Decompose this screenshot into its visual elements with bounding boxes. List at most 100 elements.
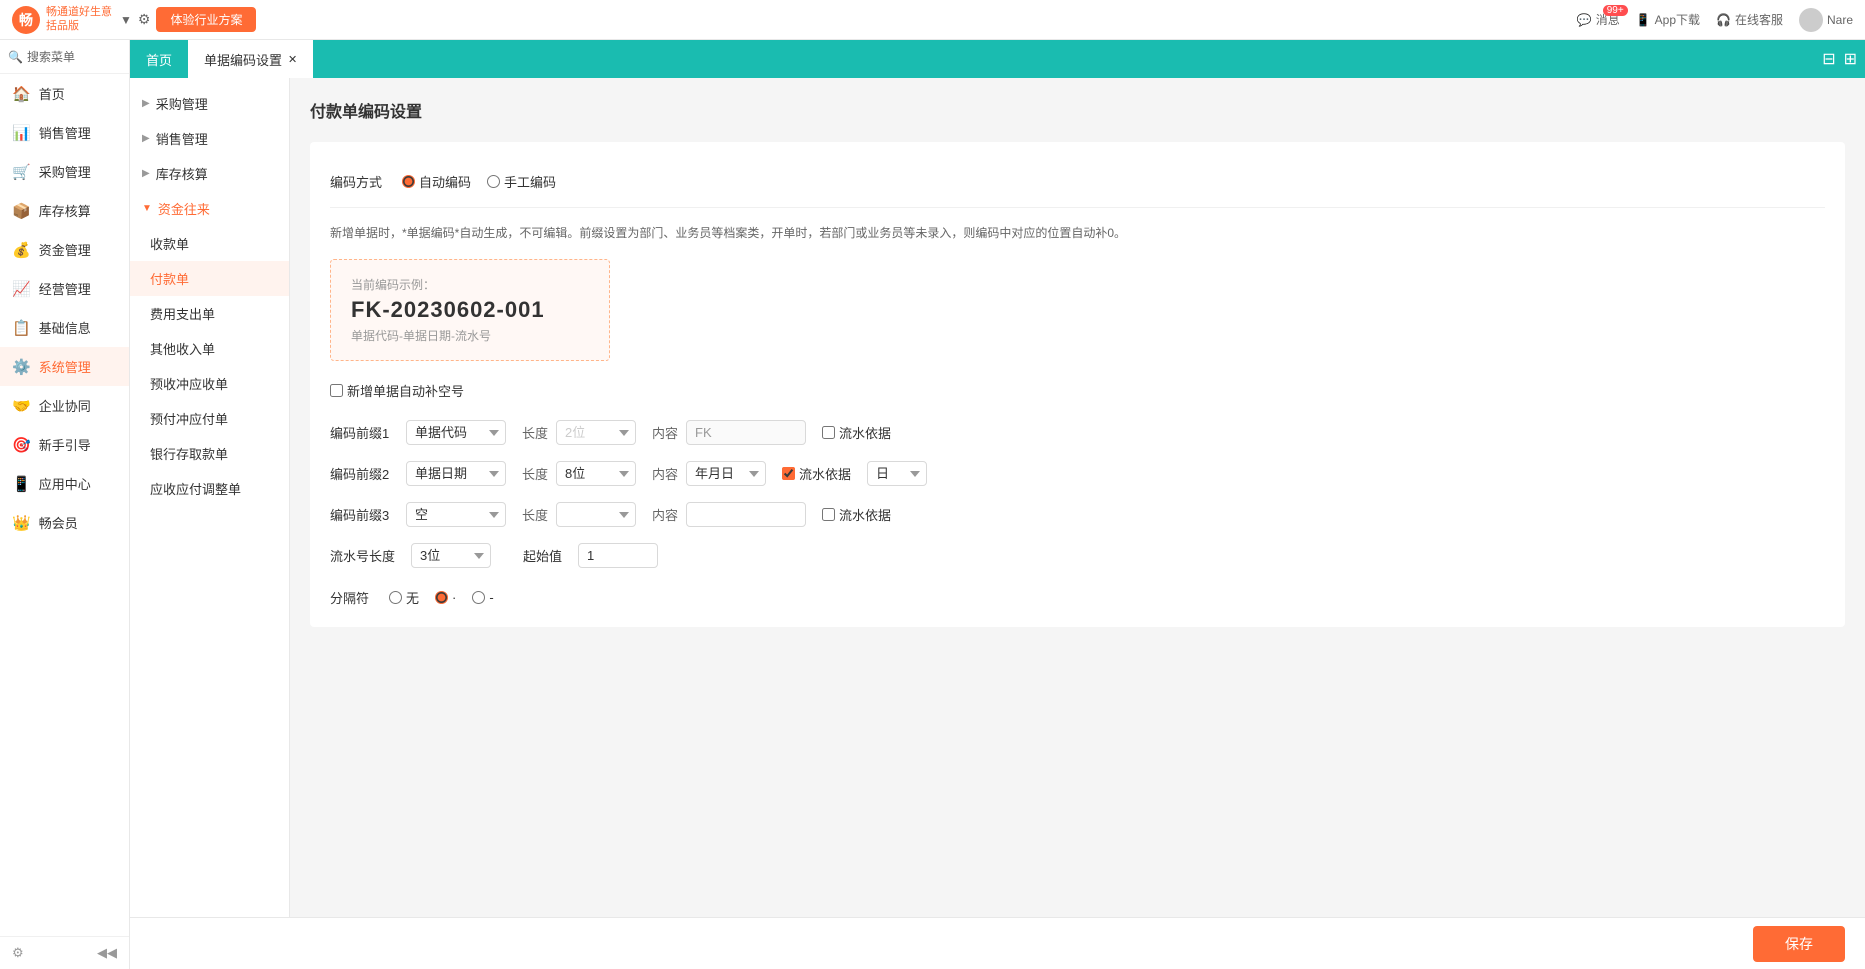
serial-length-select[interactable]: 3位 [411, 543, 491, 568]
sep-dash-radio[interactable]: - [472, 590, 493, 605]
auto-fill-row: 新增单据自动补空号 [330, 381, 1825, 400]
sidebar-item-label: 系统管理 [39, 357, 91, 376]
message-badge: 99+ [1603, 5, 1628, 16]
submenu-prepay-receivable[interactable]: 预收冲应收单 [130, 366, 289, 401]
search-menu-btn[interactable]: 🔍 搜索菜单 [0, 40, 129, 74]
prefix2-length-group: 长度 8位 [522, 461, 636, 486]
submenu-receivable-adjust[interactable]: 应收应付调整单 [130, 471, 289, 506]
sidebar-item-sales[interactable]: 📊 销售管理 [0, 113, 129, 152]
app-download-btn[interactable]: 📱 App下载 [1636, 11, 1700, 28]
tabbar: 首页 单据编码设置 ✕ ⊟ ⊞ [130, 40, 1865, 78]
prefix2-content-group: 内容 年月日 [652, 461, 766, 486]
manual-encode-input[interactable] [487, 175, 500, 188]
tab-maximize-btn[interactable]: ⊞ [1844, 49, 1857, 69]
receivable-adjust-label: 应收应付调整单 [150, 479, 241, 498]
serial-length-label: 流水号长度 [330, 546, 395, 565]
prefix2-serial-input[interactable] [782, 467, 795, 480]
sidebar-item-inventory[interactable]: 📦 库存核算 [0, 191, 129, 230]
submenu-other-income[interactable]: 其他收入单 [130, 331, 289, 366]
prefix1-content-input[interactable] [686, 420, 806, 445]
auto-fill-checkbox[interactable]: 新增单据自动补空号 [330, 381, 464, 400]
sidebar-item-member[interactable]: 👑 畅会员 [0, 503, 129, 542]
manual-encode-radio[interactable]: 手工编码 [487, 172, 556, 191]
enterprise-icon: 🤝 [12, 397, 31, 415]
sidebar-item-system[interactable]: ⚙️ 系统管理 [0, 347, 129, 386]
tab-close-icon[interactable]: ✕ [288, 53, 297, 66]
sep-none-radio[interactable]: 无 [389, 588, 419, 607]
prefix3-length-select[interactable] [556, 502, 636, 527]
prefix1-select[interactable]: 单据代码 [406, 420, 506, 445]
industry-btn[interactable]: 体验行业方案 [156, 7, 256, 32]
tab-home-label: 首页 [146, 50, 172, 69]
separator-radio-group: 无 · - [389, 588, 494, 607]
encoding-method-row: 编码方式 自动编码 手工编码 [330, 162, 1825, 208]
inventory-icon: 📦 [12, 202, 31, 220]
receipt-label: 收款单 [150, 234, 189, 253]
tab-home[interactable]: 首页 [130, 40, 188, 78]
sidebar-item-home[interactable]: 🏠 首页 [0, 74, 129, 113]
start-value-input[interactable] [578, 543, 658, 568]
prefix3-content-input[interactable] [686, 502, 806, 527]
submenu-receipt[interactable]: 收款单 [130, 226, 289, 261]
purchase-icon: 🛒 [12, 163, 31, 181]
tab-code-settings[interactable]: 单据编码设置 ✕ [188, 40, 313, 78]
menu-capital-items[interactable]: ▼ 资金往来 [130, 191, 289, 226]
sidebar-item-label: 企业协同 [39, 396, 91, 415]
tabbar-actions: ⊟ ⊞ [1822, 49, 1865, 69]
auto-encode-radio[interactable]: 自动编码 [402, 172, 471, 191]
prepay-receivable-label: 预收冲应收单 [150, 374, 228, 393]
operation-icon: 📈 [12, 280, 31, 298]
sidebar-item-app-center[interactable]: 📱 应用中心 [0, 464, 129, 503]
prefix3-select[interactable]: 空 [406, 502, 506, 527]
sidebar-item-basic-info[interactable]: 📋 基础信息 [0, 308, 129, 347]
tab-minimize-btn[interactable]: ⊟ [1822, 49, 1835, 69]
menu-inventory-calc[interactable]: ▶ 库存核算 [130, 156, 289, 191]
encoding-radio-group: 自动编码 手工编码 [402, 172, 556, 191]
menu-purchase-mgmt[interactable]: ▶ 采购管理 [130, 86, 289, 121]
prefix2-content-select[interactable]: 年月日 [686, 461, 766, 486]
prefix2-serial-checkbox[interactable]: 流水依据 [782, 464, 851, 483]
menu-sales-mgmt[interactable]: ▶ 销售管理 [130, 121, 289, 156]
prefix3-serial-input[interactable] [822, 508, 835, 521]
prefix1-content-group: 内容 [652, 420, 806, 445]
save-button[interactable]: 保存 [1753, 926, 1845, 962]
submenu-prepay-payable[interactable]: 预付冲应付单 [130, 401, 289, 436]
sep-dash-input[interactable] [472, 591, 485, 604]
prefix1-serial-input[interactable] [822, 426, 835, 439]
page-title: 付款单编码设置 [310, 98, 1845, 122]
auto-fill-input[interactable] [330, 384, 343, 397]
prefix3-length-label: 长度 [522, 505, 548, 524]
bottom-bar: 保存 [130, 917, 1865, 969]
prefix1-length-select[interactable]: 2位 [556, 420, 636, 445]
submenu-expense[interactable]: 费用支出单 [130, 296, 289, 331]
sidebar-item-finance[interactable]: 💰 资金管理 [0, 230, 129, 269]
message-btn[interactable]: 💬 消息 99+ [1577, 11, 1620, 28]
start-value-label: 起始值 [523, 546, 562, 565]
sidebar-item-enterprise[interactable]: 🤝 企业协同 [0, 386, 129, 425]
collapse-icon[interactable]: ◀◀ [97, 945, 117, 961]
prefix2-length-label: 长度 [522, 464, 548, 483]
dropdown-arrow-icon[interactable]: ▼ [120, 13, 132, 27]
settings-bottom-icon[interactable]: ⚙ [12, 945, 24, 961]
prefix1-serial-checkbox[interactable]: 流水依据 [822, 423, 891, 442]
sep-dot-radio[interactable]: · [435, 590, 456, 605]
sep-dot-input[interactable] [435, 591, 448, 604]
logo-text: 畅通道好生意 括品版 [46, 6, 112, 32]
prefix2-select[interactable]: 单据日期 [406, 461, 506, 486]
separator-label: 分隔符 [330, 588, 369, 607]
submenu-bank-deposit[interactable]: 银行存取款单 [130, 436, 289, 471]
auto-encode-input[interactable] [402, 175, 415, 188]
settings-icon[interactable]: ⚙ [138, 11, 151, 28]
submenu-payment[interactable]: 付款单 [130, 261, 289, 296]
sep-none-input[interactable] [389, 591, 402, 604]
sidebar-item-label: 新手引导 [39, 435, 91, 454]
sidebar-item-newbie[interactable]: 🎯 新手引导 [0, 425, 129, 464]
sidebar-item-purchase[interactable]: 🛒 采购管理 [0, 152, 129, 191]
sidebar-item-operation[interactable]: 📈 经营管理 [0, 269, 129, 308]
sales-icon: 📊 [12, 124, 31, 142]
prefix2-length-select[interactable]: 8位 [556, 461, 636, 486]
prefix3-serial-checkbox[interactable]: 流水依据 [822, 505, 891, 524]
user-menu[interactable]: Nare [1799, 8, 1853, 32]
online-service-btn[interactable]: 🎧 在线客服 [1716, 11, 1783, 28]
prefix2-serial-unit-select[interactable]: 日 [867, 461, 927, 486]
